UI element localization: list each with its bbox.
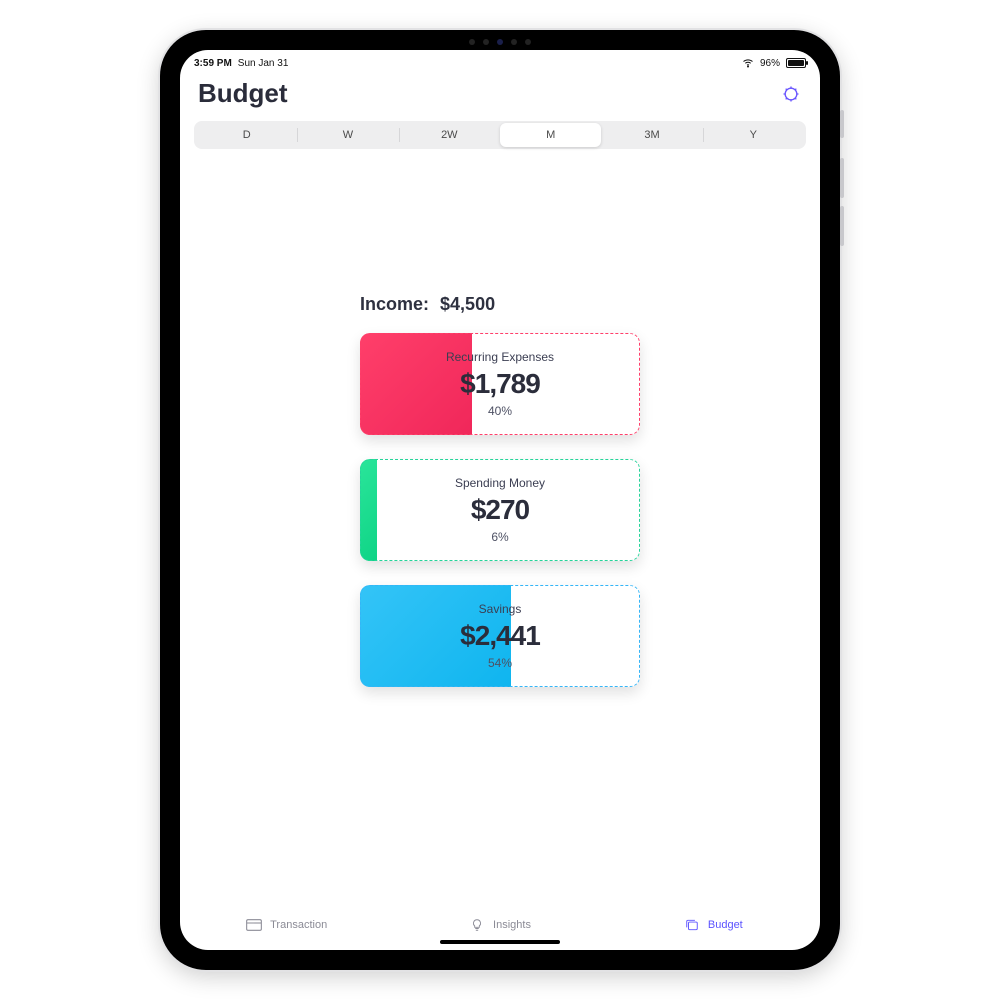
gear-icon xyxy=(781,84,801,104)
screen: 3:59 PM Sun Jan 31 96% Budget xyxy=(180,50,820,950)
segment-m[interactable]: M xyxy=(500,123,601,147)
tab-transaction[interactable]: Transaction xyxy=(180,900,393,950)
segment-2w[interactable]: 2W xyxy=(399,123,500,147)
bulb-icon xyxy=(469,918,485,932)
segment-w[interactable]: W xyxy=(297,123,398,147)
segment-y[interactable]: Y xyxy=(703,123,804,147)
battery-icon xyxy=(786,58,806,68)
settings-button[interactable] xyxy=(780,83,802,105)
card-recurring-expenses[interactable]: Recurring Expenses $1,789 40% xyxy=(360,333,640,435)
page-title: Budget xyxy=(198,78,288,109)
device-power-button xyxy=(840,110,844,138)
segment-label: 3M xyxy=(644,129,659,141)
status-bar: 3:59 PM Sun Jan 31 96% xyxy=(180,50,820,72)
card-icon xyxy=(246,918,262,932)
tab-budget[interactable]: Budget xyxy=(607,900,820,950)
income-label: Income: xyxy=(360,294,429,314)
tab-label: Insights xyxy=(493,919,531,931)
segment-label: W xyxy=(343,129,353,141)
status-time: 3:59 PM xyxy=(194,58,232,69)
home-indicator[interactable] xyxy=(440,940,560,944)
segment-label: D xyxy=(243,129,251,141)
card-pct: 40% xyxy=(488,404,512,418)
stack-icon xyxy=(684,918,700,932)
card-pct: 54% xyxy=(488,656,512,670)
segment-label: Y xyxy=(750,129,757,141)
card-content: Spending Money $270 6% xyxy=(360,459,640,561)
income-value: $4,500 xyxy=(440,294,495,315)
card-label: Recurring Expenses xyxy=(446,350,554,364)
battery-pct: 96% xyxy=(760,58,780,69)
header: Budget xyxy=(180,72,820,119)
income-summary: Income: $4,500 xyxy=(360,294,640,315)
main-content: Income: $4,500 Recurring Expenses $1,789… xyxy=(180,149,820,900)
card-amount: $2,441 xyxy=(460,620,540,652)
device-volume-up xyxy=(840,158,844,198)
card-label: Savings xyxy=(479,602,522,616)
segment-label: M xyxy=(546,129,555,141)
wifi-icon xyxy=(742,57,754,69)
card-savings[interactable]: Savings $2,441 54% xyxy=(360,585,640,687)
device-volume-down xyxy=(840,206,844,246)
card-content: Recurring Expenses $1,789 40% xyxy=(360,333,640,435)
card-label: Spending Money xyxy=(455,476,545,490)
tab-label: Budget xyxy=(708,919,743,931)
card-spending-money[interactable]: Spending Money $270 6% xyxy=(360,459,640,561)
ipad-frame: 3:59 PM Sun Jan 31 96% Budget xyxy=(160,30,840,970)
card-amount: $1,789 xyxy=(460,368,540,400)
segment-d[interactable]: D xyxy=(196,123,297,147)
period-segmented-control[interactable]: D W 2W M 3M Y xyxy=(194,121,806,149)
card-amount: $270 xyxy=(471,494,529,526)
card-pct: 6% xyxy=(491,530,508,544)
card-content: Savings $2,441 54% xyxy=(360,585,640,687)
status-date: Sun Jan 31 xyxy=(238,58,289,69)
tab-label: Transaction xyxy=(270,919,327,931)
segment-label: 2W xyxy=(441,129,458,141)
segment-3m[interactable]: 3M xyxy=(601,123,702,147)
device-sensor-cluster xyxy=(160,39,840,45)
